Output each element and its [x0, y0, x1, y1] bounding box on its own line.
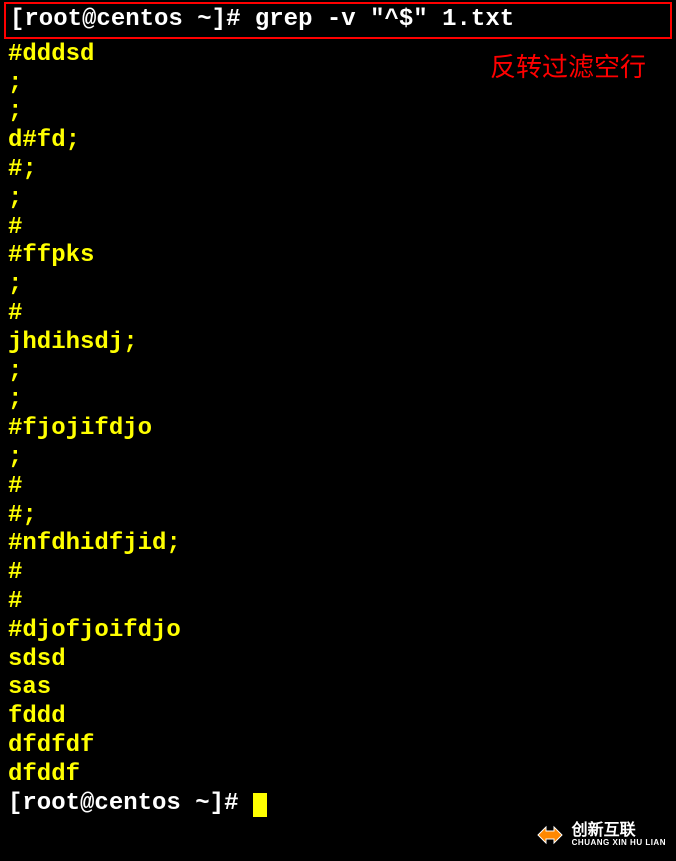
- output-line: fddd: [4, 703, 672, 732]
- output-line: #fjojifdjo: [4, 415, 672, 444]
- output-block: #dddsd ; ; d#fd; #; ; # #ffpks ; # jhdih…: [4, 41, 672, 790]
- output-line: jhdihsdj;: [4, 329, 672, 358]
- watermark-en-text: CHUANG XIN HU LIAN: [572, 839, 666, 847]
- output-line: ;: [4, 358, 672, 387]
- output-line: d#fd;: [4, 127, 672, 156]
- final-prompt-line[interactable]: [root@centos ~]#: [4, 790, 672, 819]
- prompt-path: ~: [183, 6, 212, 33]
- watermark: 创新互联 CHUANG XIN HU LIAN: [534, 819, 666, 851]
- output-line: ;: [4, 386, 672, 415]
- watermark-logo-icon: [534, 819, 566, 851]
- prompt-bracket-open: [: [10, 6, 24, 33]
- output-line: #;: [4, 502, 672, 531]
- command-text: grep -v "^$" 1.txt: [255, 6, 514, 33]
- prompt-user-host: root@centos: [22, 790, 180, 817]
- output-line: #: [4, 300, 672, 329]
- output-line: sas: [4, 674, 672, 703]
- output-line: #: [4, 473, 672, 502]
- output-line: sdsd: [4, 646, 672, 675]
- output-line: ;: [4, 271, 672, 300]
- prompt-symbol: #: [226, 6, 255, 33]
- output-line: #nfdhidfjid;: [4, 530, 672, 559]
- cursor-icon: [253, 793, 267, 817]
- watermark-cn-text: 创新互联: [572, 823, 666, 839]
- prompt-user-host: root@centos: [24, 6, 182, 33]
- prompt-symbol: #: [224, 790, 253, 817]
- output-line: dfdfdf: [4, 732, 672, 761]
- prompt-path: ~: [181, 790, 210, 817]
- annotation-label: 反转过滤空行: [490, 52, 646, 83]
- prompt-bracket-close: ]: [212, 6, 226, 33]
- watermark-text: 创新互联 CHUANG XIN HU LIAN: [572, 823, 666, 847]
- output-line: ;: [4, 185, 672, 214]
- output-line: #: [4, 588, 672, 617]
- output-line: #: [4, 559, 672, 588]
- terminal-window[interactable]: [root@centos ~]# grep -v "^$" 1.txt #ddd…: [0, 0, 676, 820]
- output-line: #;: [4, 156, 672, 185]
- output-line: #ffpks: [4, 242, 672, 271]
- output-line: ;: [4, 444, 672, 473]
- prompt-bracket-close: ]: [210, 790, 224, 817]
- prompt-bracket-open: [: [8, 790, 22, 817]
- output-line: dfddf: [4, 761, 672, 790]
- command-line-highlighted: [root@centos ~]# grep -v "^$" 1.txt: [4, 2, 672, 39]
- output-line: ;: [4, 98, 672, 127]
- output-line: #: [4, 214, 672, 243]
- output-line: #djofjoifdjo: [4, 617, 672, 646]
